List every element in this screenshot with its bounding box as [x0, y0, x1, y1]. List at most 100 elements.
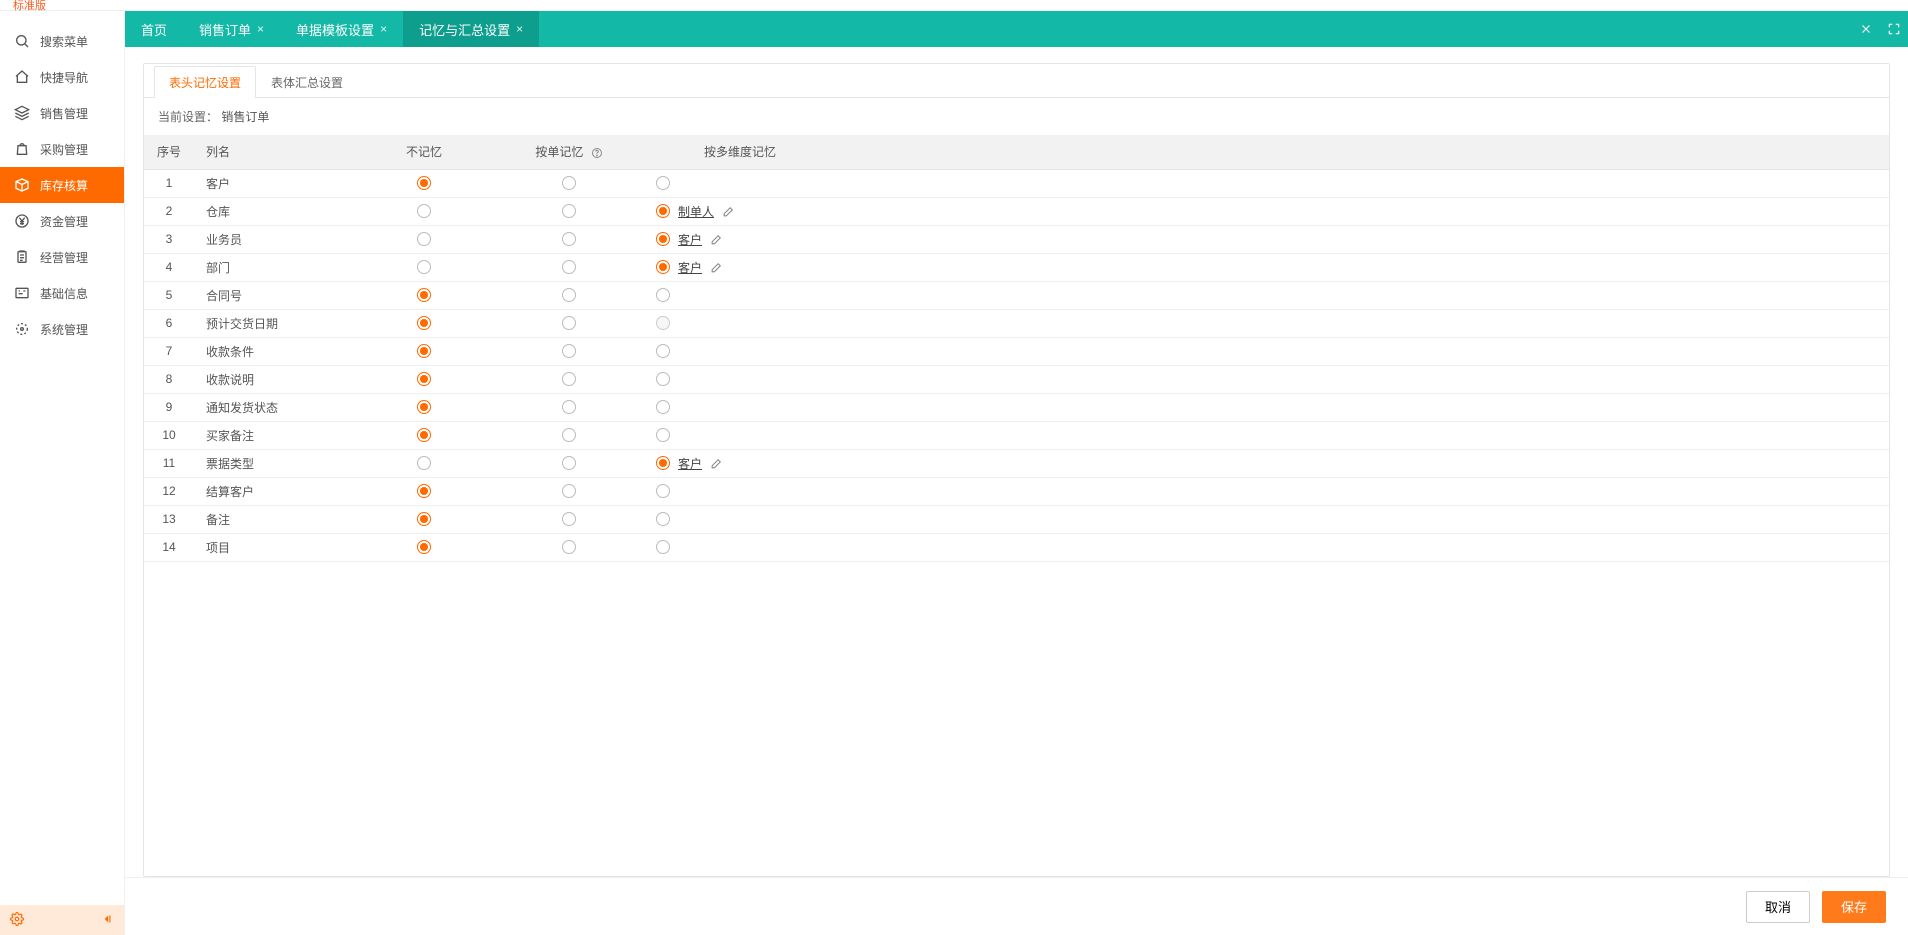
th-by-doc: 按单记忆 — [494, 135, 644, 169]
radio-by-dim[interactable] — [656, 232, 670, 246]
radio-no-memory[interactable] — [417, 288, 431, 302]
radio-no-memory[interactable] — [417, 372, 431, 386]
radio-by-dim[interactable] — [656, 204, 670, 218]
radio-by-dim[interactable] — [656, 288, 670, 302]
radio-by-doc[interactable] — [562, 372, 576, 386]
cell-index: 13 — [144, 505, 194, 533]
cell-colname: 预计交货日期 — [194, 309, 354, 337]
sidebar-item-1[interactable]: 快捷导航 — [0, 59, 124, 95]
dim-link[interactable]: 客户 — [678, 259, 702, 276]
close-all-tabs-button[interactable] — [1852, 11, 1880, 47]
sidebar-item-label: 经营管理 — [40, 249, 88, 266]
edit-icon[interactable] — [710, 457, 723, 470]
radio-by-dim[interactable] — [656, 400, 670, 414]
box-icon — [14, 177, 30, 193]
cell-index: 3 — [144, 225, 194, 253]
cell-index: 2 — [144, 197, 194, 225]
edit-icon[interactable] — [710, 233, 723, 246]
settings-icon[interactable] — [10, 912, 24, 929]
close-icon[interactable]: × — [516, 22, 523, 36]
radio-by-doc[interactable] — [562, 456, 576, 470]
radio-no-memory[interactable] — [417, 456, 431, 470]
cell-index: 5 — [144, 281, 194, 309]
sidebar-item-0[interactable]: 搜索菜单 — [0, 23, 124, 59]
sidebar-item-label: 系统管理 — [40, 321, 88, 338]
inner-tab-0[interactable]: 表头记忆设置 — [154, 66, 256, 98]
radio-by-doc[interactable] — [562, 512, 576, 526]
cell-colname: 仓库 — [194, 197, 354, 225]
collapse-icon[interactable] — [100, 912, 114, 929]
radio-by-doc[interactable] — [562, 232, 576, 246]
radio-by-dim[interactable] — [656, 176, 670, 190]
dim-link[interactable]: 客户 — [678, 231, 702, 248]
radio-by-doc[interactable] — [562, 540, 576, 554]
cell-colname: 买家备注 — [194, 421, 354, 449]
radio-no-memory[interactable] — [417, 260, 431, 274]
close-icon[interactable]: × — [257, 22, 264, 36]
gear-icon — [14, 321, 30, 337]
fullscreen-button[interactable] — [1880, 11, 1908, 47]
table-row: 9通知发货状态 — [144, 393, 1889, 421]
close-icon[interactable]: × — [380, 22, 387, 36]
edit-icon[interactable] — [722, 205, 735, 218]
radio-by-doc[interactable] — [562, 288, 576, 302]
cancel-button[interactable]: 取消 — [1746, 891, 1810, 923]
table-row: 12结算客户 — [144, 477, 1889, 505]
radio-no-memory[interactable] — [417, 204, 431, 218]
radio-by-doc[interactable] — [562, 204, 576, 218]
search-icon — [14, 33, 30, 49]
tab-0[interactable]: 首页 — [125, 11, 183, 47]
dim-link[interactable]: 客户 — [678, 455, 702, 472]
cell-colname: 收款条件 — [194, 337, 354, 365]
sidebar-item-5[interactable]: 资金管理 — [0, 203, 124, 239]
radio-by-dim[interactable] — [656, 484, 670, 498]
radio-by-dim[interactable] — [656, 512, 670, 526]
dim-link[interactable]: 制单人 — [678, 203, 714, 220]
radio-no-memory[interactable] — [417, 512, 431, 526]
edit-icon[interactable] — [710, 261, 723, 274]
radio-by-doc[interactable] — [562, 344, 576, 358]
radio-by-dim[interactable] — [656, 260, 670, 274]
tab-2[interactable]: 单据模板设置× — [280, 11, 403, 47]
tab-3[interactable]: 记忆与汇总设置× — [403, 11, 539, 47]
radio-by-dim[interactable] — [656, 372, 670, 386]
radio-no-memory[interactable] — [417, 540, 431, 554]
cell-index: 1 — [144, 169, 194, 197]
radio-no-memory[interactable] — [417, 484, 431, 498]
save-button[interactable]: 保存 — [1822, 891, 1886, 923]
current-setting-value: 销售订单 — [221, 110, 269, 124]
cell-index: 10 — [144, 421, 194, 449]
radio-no-memory[interactable] — [417, 316, 431, 330]
th-no-memory: 不记忆 — [354, 135, 494, 169]
radio-by-dim[interactable] — [656, 456, 670, 470]
cell-index: 9 — [144, 393, 194, 421]
sidebar-item-2[interactable]: 销售管理 — [0, 95, 124, 131]
inner-tab-1[interactable]: 表体汇总设置 — [256, 66, 358, 98]
sidebar-item-3[interactable]: 采购管理 — [0, 131, 124, 167]
cell-colname: 票据类型 — [194, 449, 354, 477]
radio-no-memory[interactable] — [417, 232, 431, 246]
sidebar-item-6[interactable]: 经营管理 — [0, 239, 124, 275]
radio-by-doc[interactable] — [562, 316, 576, 330]
radio-no-memory[interactable] — [417, 400, 431, 414]
radio-no-memory[interactable] — [417, 428, 431, 442]
radio-by-dim[interactable] — [656, 540, 670, 554]
table-row: 11票据类型客户 — [144, 449, 1889, 477]
tab-1[interactable]: 销售订单× — [183, 11, 280, 47]
cell-colname: 收款说明 — [194, 365, 354, 393]
yen-icon — [14, 213, 30, 229]
radio-by-dim[interactable] — [656, 428, 670, 442]
help-icon[interactable] — [591, 147, 603, 159]
sidebar-item-label: 快捷导航 — [40, 69, 88, 86]
radio-by-doc[interactable] — [562, 400, 576, 414]
sidebar-item-4[interactable]: 库存核算 — [0, 167, 124, 203]
sidebar-item-8[interactable]: 系统管理 — [0, 311, 124, 347]
radio-by-doc[interactable] — [562, 428, 576, 442]
radio-no-memory[interactable] — [417, 344, 431, 358]
radio-by-doc[interactable] — [562, 176, 576, 190]
sidebar-item-7[interactable]: 基础信息 — [0, 275, 124, 311]
radio-no-memory[interactable] — [417, 176, 431, 190]
radio-by-doc[interactable] — [562, 484, 576, 498]
radio-by-dim[interactable] — [656, 344, 670, 358]
radio-by-doc[interactable] — [562, 260, 576, 274]
